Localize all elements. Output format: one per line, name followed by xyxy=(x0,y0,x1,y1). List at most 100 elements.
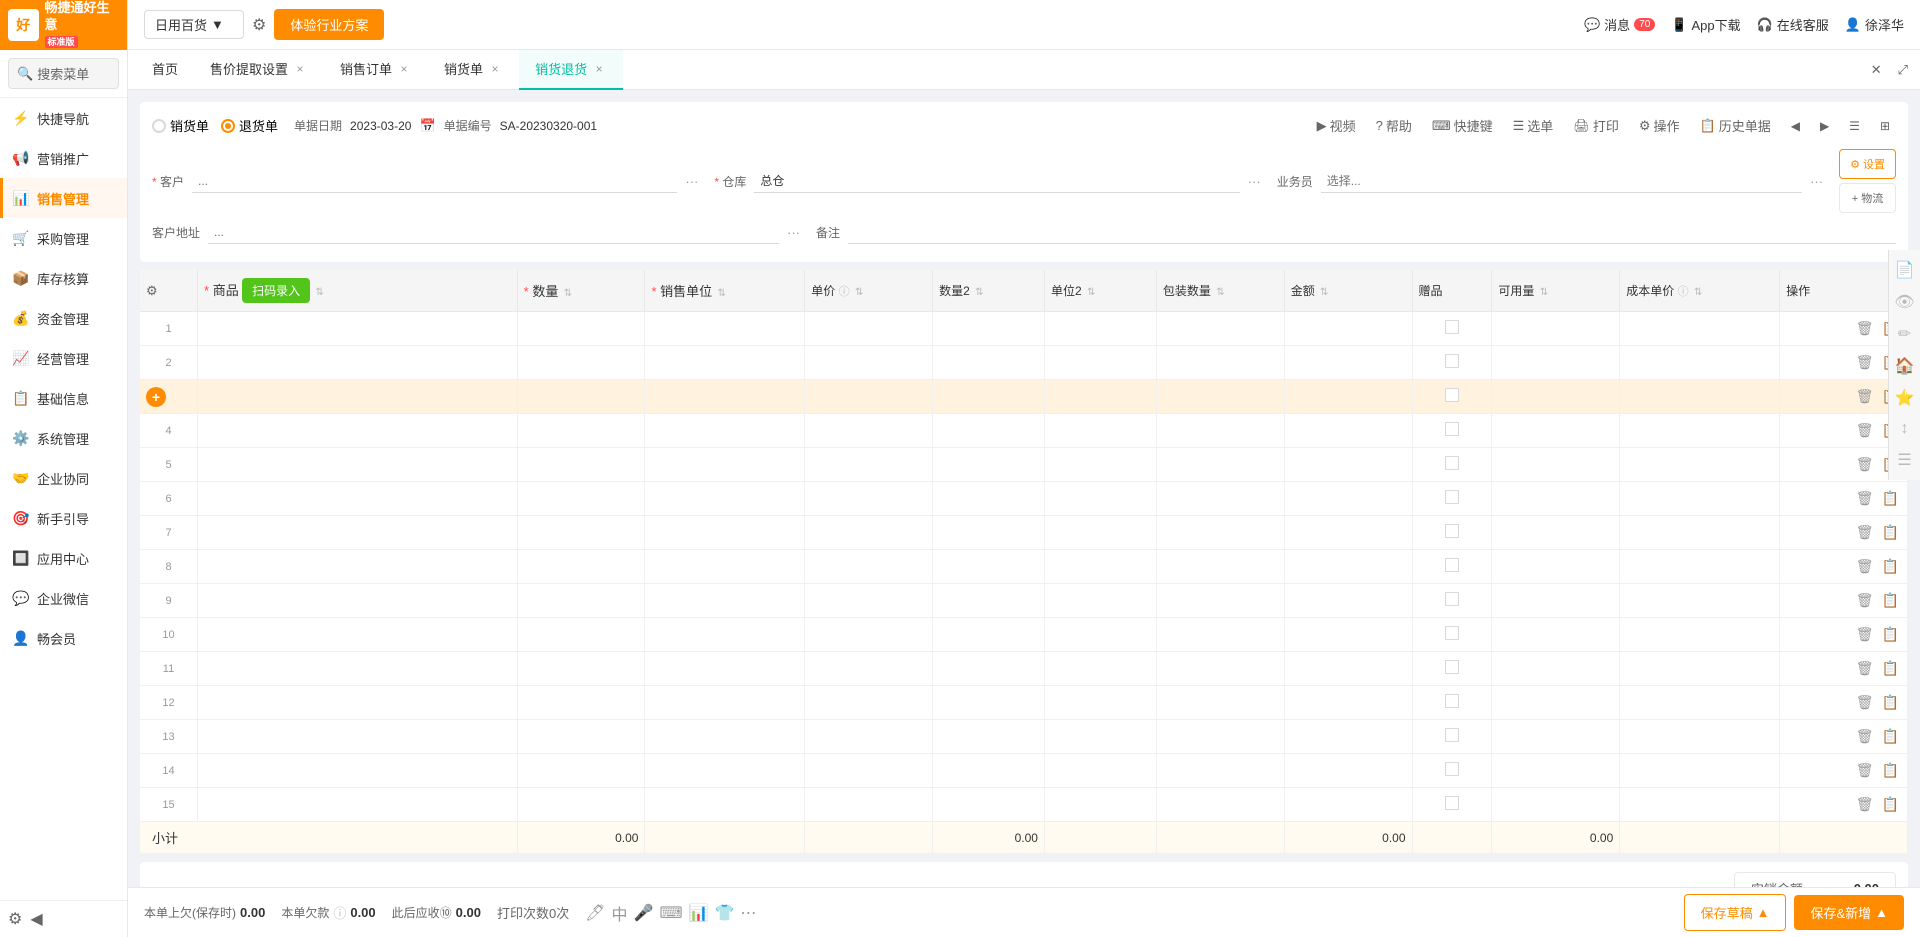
qty2-cell-1[interactable] xyxy=(933,312,1045,346)
amount-cell-2[interactable] xyxy=(1284,346,1412,380)
available-cell-1[interactable] xyxy=(1492,312,1620,346)
experience-btn[interactable]: 体验行业方案 xyxy=(274,9,384,40)
gift-checkbox-1[interactable] xyxy=(1445,320,1459,334)
expand-tab-icon[interactable]: ⤢ xyxy=(1894,58,1912,82)
unit2-cell-2[interactable] xyxy=(1044,346,1156,380)
amount-cell-3[interactable] xyxy=(1284,380,1412,414)
delete-btn[interactable]: 🗑 xyxy=(1854,726,1876,747)
print-btn[interactable]: 🖨 打印 xyxy=(1567,112,1625,139)
amount-cell-1[interactable] xyxy=(1284,312,1412,346)
tab-price-extract[interactable]: 售价提取设置 × xyxy=(194,50,324,90)
tab-close-sales-delivery[interactable]: × xyxy=(487,61,503,77)
delete-btn[interactable]: 🗑 xyxy=(1854,488,1876,509)
sidebar-item-inventory[interactable]: 📦 库存核算 xyxy=(0,258,127,298)
sidebar-item-basic[interactable]: 📋 基础信息 xyxy=(0,378,127,418)
copy-btn[interactable]: 📋 xyxy=(1880,794,1901,815)
sidebar-item-appstore[interactable]: 🔲 应用中心 xyxy=(0,538,127,578)
copy-btn[interactable]: 📋 xyxy=(1880,522,1901,543)
tab-sales-order[interactable]: 销售订单 × xyxy=(324,50,428,90)
price-cell-1[interactable] xyxy=(805,312,933,346)
message-item[interactable]: 💬 消息 70 xyxy=(1584,15,1655,34)
topbar-settings-icon[interactable]: ⚙ xyxy=(252,15,266,35)
gift-checkbox-3[interactable] xyxy=(1445,388,1459,402)
add-row-btn[interactable]: + xyxy=(146,387,166,407)
radio-sales-return[interactable]: 退货单 xyxy=(221,116,278,135)
tab-home[interactable]: 首页 xyxy=(136,50,194,90)
history-btn[interactable]: 📋 历史单据 xyxy=(1694,112,1777,139)
date-value[interactable]: 2023-03-20 xyxy=(350,119,411,133)
qty-sort-icon[interactable]: ⇅ xyxy=(564,288,572,299)
qty2-sort-icon[interactable]: ⇅ xyxy=(975,287,983,298)
industry-dropdown[interactable]: 日用百货 ▼ xyxy=(144,10,244,39)
delete-btn[interactable]: 🗑 xyxy=(1854,760,1876,781)
unit-sort-icon[interactable]: ⇅ xyxy=(718,288,726,299)
copy-btn[interactable]: 📋 xyxy=(1880,692,1901,713)
qty-cell-1[interactable] xyxy=(517,312,645,346)
delete-row-1-btn[interactable]: 🗑 xyxy=(1854,318,1876,339)
copy-btn[interactable]: 📋 xyxy=(1880,760,1901,781)
warehouse-input[interactable] xyxy=(754,170,1239,193)
tab-close-sales-return[interactable]: × xyxy=(591,61,607,77)
sidebar-item-wechat[interactable]: 💬 企业微信 xyxy=(0,578,127,618)
salesman-input[interactable] xyxy=(1321,170,1802,193)
available-sort-icon[interactable]: ⇅ xyxy=(1540,287,1548,298)
select-btn[interactable]: ☰ 选单 xyxy=(1507,112,1560,139)
sidebar-item-sales[interactable]: 📊 销售管理 xyxy=(0,178,127,218)
delete-btn[interactable]: 🗑 xyxy=(1854,658,1876,679)
costprice-cell-3[interactable] xyxy=(1620,380,1780,414)
packqty-cell-3[interactable] xyxy=(1156,380,1284,414)
delete-row-2-btn[interactable]: 🗑 xyxy=(1854,352,1876,373)
delete-row-3-btn[interactable]: 🗑 xyxy=(1854,386,1876,407)
sidebar-item-system[interactable]: ⚙️ 系统管理 xyxy=(0,418,127,458)
single-owe-info[interactable]: ⓘ xyxy=(333,903,346,922)
product-sort-icon[interactable]: ⇅ xyxy=(315,287,323,298)
unit2-cell-1[interactable] xyxy=(1044,312,1156,346)
packqty-cell-2[interactable] xyxy=(1156,346,1284,380)
unit2-sort-icon[interactable]: ⇅ xyxy=(1087,287,1095,298)
available-cell-2[interactable] xyxy=(1492,346,1620,380)
costprice-info-icon[interactable]: ⓘ xyxy=(1678,286,1689,298)
settings-btn[interactable]: ⚙ 设置 xyxy=(1839,149,1896,179)
logistics-btn[interactable]: + 物流 xyxy=(1839,183,1896,213)
save-new-btn[interactable]: 保存&新增 ▲ xyxy=(1794,895,1904,930)
address-input[interactable] xyxy=(208,221,779,244)
zhongwen-icon[interactable]: 中 xyxy=(612,901,628,925)
right-icon-3[interactable]: ✏ xyxy=(1894,320,1915,348)
online-service-item[interactable]: 🎧 在线客服 xyxy=(1757,15,1829,34)
right-icon-1[interactable]: 📄 xyxy=(1891,256,1919,284)
tab-sales-return[interactable]: 销货退货 × xyxy=(519,50,623,90)
help-btn[interactable]: ? 帮助 xyxy=(1370,112,1418,139)
shuyin-icon[interactable]: 🖊 xyxy=(585,903,605,923)
calendar-icon[interactable]: 📅 xyxy=(419,118,435,134)
copy-btn[interactable]: 📋 xyxy=(1880,726,1901,747)
sidebar-item-finance[interactable]: 💰 资金管理 xyxy=(0,298,127,338)
table-settings-icon[interactable]: ⚙ xyxy=(146,283,158,298)
operate-btn[interactable]: ⚙ 操作 xyxy=(1633,112,1686,139)
costprice-cell-1[interactable] xyxy=(1620,312,1780,346)
packqty-sort-icon[interactable]: ⇅ xyxy=(1216,287,1224,298)
sidebar-item-operations[interactable]: 📈 经营管理 xyxy=(0,338,127,378)
copy-btn[interactable]: 📋 xyxy=(1880,624,1901,645)
copy-btn[interactable]: 📋 xyxy=(1880,556,1901,577)
delete-btn[interactable]: 🗑 xyxy=(1854,556,1876,577)
delete-btn[interactable]: 🗑 xyxy=(1854,692,1876,713)
app-download-item[interactable]: 📱 App下载 xyxy=(1671,15,1740,34)
customer-input[interactable] xyxy=(192,170,677,193)
video-btn[interactable]: ▶ 视频 xyxy=(1311,112,1362,139)
sidebar-item-marketing[interactable]: 📢 营销推广 xyxy=(0,138,127,178)
copy-btn[interactable]: 📋 xyxy=(1880,590,1901,611)
salesman-dots[interactable]: ··· xyxy=(1810,174,1823,189)
collapse-sidebar-icon[interactable]: ◀ xyxy=(30,909,42,929)
tab-sales-delivery[interactable]: 销货单 × xyxy=(428,50,519,90)
gift-checkbox-2[interactable] xyxy=(1445,354,1459,368)
remark-input[interactable] xyxy=(848,221,1896,244)
product-input-3[interactable] xyxy=(204,389,511,404)
delete-btn[interactable]: 🗑 xyxy=(1854,454,1876,475)
qty2-cell-3[interactable] xyxy=(933,380,1045,414)
grid-view-btn[interactable]: ⊞ xyxy=(1874,115,1896,137)
gift-cell-3[interactable] xyxy=(1412,380,1492,414)
product-cell-2[interactable] xyxy=(198,346,518,380)
right-icon-2[interactable]: 👁 xyxy=(1890,288,1918,316)
delete-btn[interactable]: 🗑 xyxy=(1854,624,1876,645)
right-icon-5[interactable]: ⭐ xyxy=(1891,384,1919,412)
